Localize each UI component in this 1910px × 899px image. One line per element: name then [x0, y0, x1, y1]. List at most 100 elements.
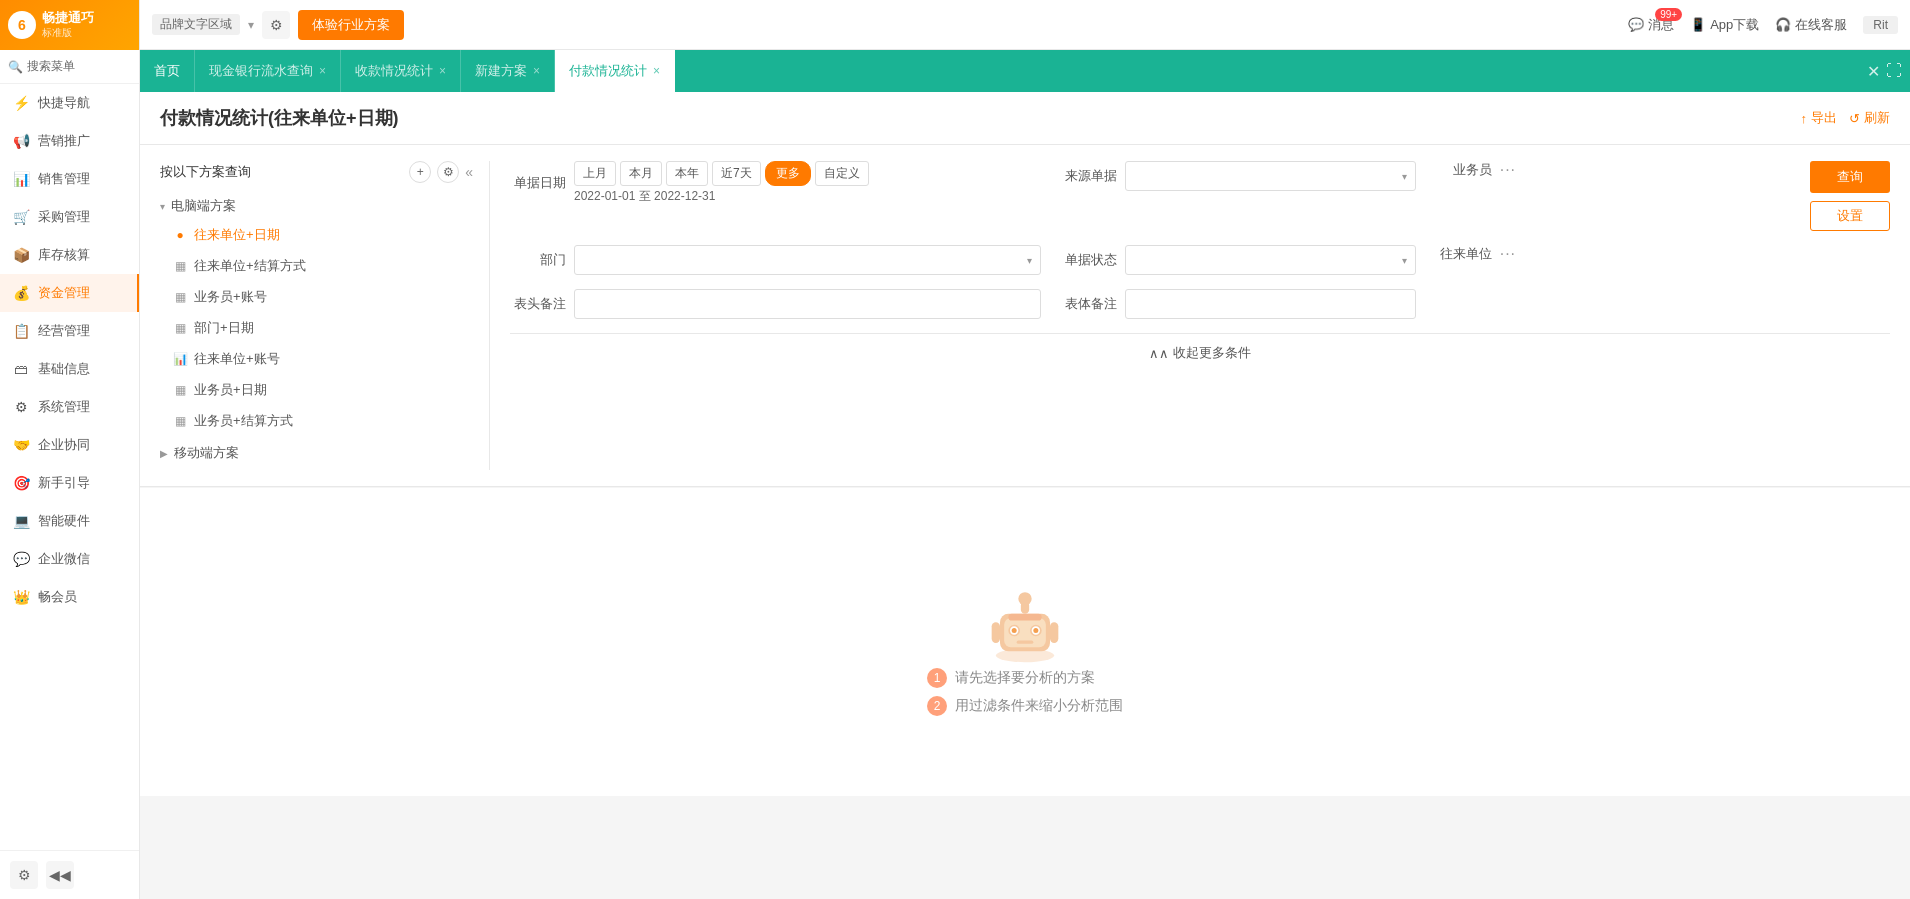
- topbar-arrow-icon: ▾: [248, 18, 254, 32]
- scheme-item-staff-method[interactable]: ▦ 业务员+结算方式: [160, 406, 473, 436]
- invoice-date-label: 单据日期: [510, 174, 566, 192]
- tab-payment-stats[interactable]: 付款情况统计 ×: [555, 50, 675, 92]
- collapse-more-button[interactable]: ∧∧ 收起更多条件: [510, 333, 1890, 372]
- desktop-scheme-header[interactable]: ▾ 电脑端方案: [160, 193, 473, 219]
- tip-num-2: 2: [927, 696, 947, 716]
- date-btn-this-year[interactable]: 本年: [666, 161, 708, 186]
- scheme-item-dept-date[interactable]: ▦ 部门+日期: [160, 313, 473, 343]
- trial-button[interactable]: 体验行业方案: [298, 10, 404, 40]
- body-note-label: 表体备注: [1061, 295, 1117, 313]
- sidebar-item-guide[interactable]: 🎯 新手引导: [0, 464, 139, 502]
- filter-panel: 按以下方案查询 + ⚙ « ▾ 电脑端方案 ● 往来单位+日期: [140, 145, 1910, 487]
- query-button[interactable]: 查询: [1810, 161, 1890, 193]
- scheme-item-staff-account[interactable]: ▦ 业务员+账号: [160, 282, 473, 312]
- sidebar-collapse-button[interactable]: ◀◀: [46, 861, 74, 889]
- app-label: App下载: [1710, 16, 1759, 34]
- page-header: 付款情况统计(往来单位+日期) ↑ 导出 ↺ 刷新: [140, 92, 1910, 145]
- scheme-collapse-button[interactable]: «: [465, 164, 473, 180]
- date-btn-custom[interactable]: 自定义: [815, 161, 869, 186]
- contact-dots-button[interactable]: ···: [1500, 245, 1516, 262]
- filter-invoice-date: 单据日期 上月 本月 本年 近7天 更多 自定义 2022-01-01 至 20…: [510, 161, 1041, 205]
- hardware-icon: 💻: [12, 512, 30, 530]
- filter-settings-button[interactable]: 设置: [1810, 201, 1890, 231]
- svg-rect-11: [1050, 622, 1058, 643]
- svg-point-5: [1012, 628, 1017, 633]
- online-service-button[interactable]: 🎧 在线客服: [1775, 16, 1847, 34]
- svg-point-6: [1033, 628, 1038, 633]
- search-icon: 🔍: [8, 60, 23, 74]
- body-note-input[interactable]: [1125, 289, 1415, 319]
- date-btn-more[interactable]: 更多: [765, 161, 811, 186]
- main-content: 品牌文字区域 ▾ ⚙ 体验行业方案 💬 消息 99+ 📱 App下载 🎧 在线客…: [140, 0, 1910, 899]
- sidebar-item-label: 企业协同: [38, 436, 90, 454]
- sidebar-item-label: 营销推广: [38, 132, 90, 150]
- doc-status-select[interactable]: ▾: [1125, 245, 1415, 275]
- sidebar-item-sales[interactable]: 📊 销售管理: [0, 160, 139, 198]
- sidebar-item-member[interactable]: 👑 畅会员: [0, 578, 139, 616]
- scheme-item-label: 往来单位+日期: [194, 226, 280, 244]
- sidebar-item-inventory[interactable]: 📦 库存核算: [0, 236, 139, 274]
- scheme-item-contact-date[interactable]: ● 往来单位+日期: [160, 220, 473, 250]
- tab-bank-flow[interactable]: 现金银行流水查询 ×: [195, 50, 341, 92]
- sidebar-item-wechat[interactable]: 💬 企业微信: [0, 540, 139, 578]
- topbar-settings-button[interactable]: ⚙: [262, 11, 290, 39]
- service-label: 在线客服: [1795, 16, 1847, 34]
- refresh-button[interactable]: ↺ 刷新: [1849, 109, 1890, 127]
- operation-icon: 📋: [12, 322, 30, 340]
- tab-bank-flow-close-icon[interactable]: ×: [319, 64, 326, 78]
- app-download-button[interactable]: 📱 App下载: [1690, 16, 1759, 34]
- svg-rect-10: [992, 622, 1000, 643]
- header-note-input[interactable]: [574, 289, 1041, 319]
- source-doc-select[interactable]: ▾: [1125, 161, 1415, 191]
- scheme-settings-button[interactable]: ⚙: [437, 161, 459, 183]
- sidebar-nav: ⚡ 快捷导航 📢 营销推广 📊 销售管理 🛒 采购管理 📦 库存核算 💰 资金管…: [0, 84, 139, 850]
- messages-button[interactable]: 💬 消息 99+: [1628, 16, 1674, 34]
- tab-new-scheme-close-icon[interactable]: ×: [533, 64, 540, 78]
- export-button[interactable]: ↑ 导出: [1801, 109, 1838, 127]
- search-menu[interactable]: 🔍 搜索菜单: [0, 50, 139, 84]
- sidebar-item-quick-nav[interactable]: ⚡ 快捷导航: [0, 84, 139, 122]
- username-display[interactable]: Rit: [1863, 16, 1898, 34]
- scheme-item-label: 往来单位+结算方式: [194, 257, 306, 275]
- mobile-scheme-category: ▶ 移动端方案: [160, 440, 473, 466]
- staff-dots-button[interactable]: ···: [1500, 161, 1516, 178]
- scheme-item-contact-account[interactable]: 📊 往来单位+账号: [160, 344, 473, 374]
- scheme-item-icon: ▦: [172, 258, 188, 274]
- scheme-item-contact-method[interactable]: ▦ 往来单位+结算方式: [160, 251, 473, 281]
- sidebar-item-label: 库存核算: [38, 246, 90, 264]
- tab-expand-icon[interactable]: ⛶: [1886, 62, 1902, 80]
- tip-num-1: 1: [927, 668, 947, 688]
- tab-home[interactable]: 首页: [140, 50, 195, 92]
- invoice-date-control: 上月 本月 本年 近7天 更多 自定义 2022-01-01 至 2022-12…: [574, 161, 1041, 205]
- sidebar-item-basic[interactable]: 🗃 基础信息: [0, 350, 139, 388]
- messages-badge: 99+: [1655, 8, 1682, 21]
- date-btn-last-7days[interactable]: 近7天: [712, 161, 761, 186]
- tab-receipt-stats[interactable]: 收款情况统计 ×: [341, 50, 461, 92]
- scheme-item-staff-date[interactable]: ▦ 业务员+日期: [160, 375, 473, 405]
- sidebar-item-coop[interactable]: 🤝 企业协同: [0, 426, 139, 464]
- filter-header-note: 表头备注: [510, 289, 1041, 319]
- sidebar-item-operation[interactable]: 📋 经营管理: [0, 312, 139, 350]
- tab-payment-stats-close-icon[interactable]: ×: [653, 64, 660, 78]
- system-icon: ⚙: [12, 398, 30, 416]
- filter-source-doc: 来源单据 ▾: [1061, 161, 1415, 191]
- date-btn-this-month[interactable]: 本月: [620, 161, 662, 186]
- page-title: 付款情况统计(往来单位+日期): [160, 106, 399, 130]
- sidebar-item-system[interactable]: ⚙ 系统管理: [0, 388, 139, 426]
- topbar-right: 💬 消息 99+ 📱 App下载 🎧 在线客服 Rit: [1628, 16, 1898, 34]
- sidebar-item-hardware[interactable]: 💻 智能硬件: [0, 502, 139, 540]
- tab-close-all-icon[interactable]: ✕: [1867, 62, 1880, 81]
- contact-control: ···: [1500, 245, 1790, 263]
- sidebar-item-marketing[interactable]: 📢 营销推广: [0, 122, 139, 160]
- tab-receipt-stats-close-icon[interactable]: ×: [439, 64, 446, 78]
- mobile-scheme-header[interactable]: ▶ 移动端方案: [160, 440, 473, 466]
- sidebar-settings-button[interactable]: ⚙: [10, 861, 38, 889]
- tab-new-scheme[interactable]: 新建方案 ×: [461, 50, 555, 92]
- sidebar-item-finance[interactable]: 💰 资金管理: [0, 274, 139, 312]
- wechat-icon: 💬: [12, 550, 30, 568]
- sidebar-item-purchase[interactable]: 🛒 采购管理: [0, 198, 139, 236]
- dept-select[interactable]: ▾: [574, 245, 1041, 275]
- add-scheme-button[interactable]: +: [409, 161, 431, 183]
- date-btn-last-month[interactable]: 上月: [574, 161, 616, 186]
- scheme-item-label: 业务员+日期: [194, 381, 267, 399]
